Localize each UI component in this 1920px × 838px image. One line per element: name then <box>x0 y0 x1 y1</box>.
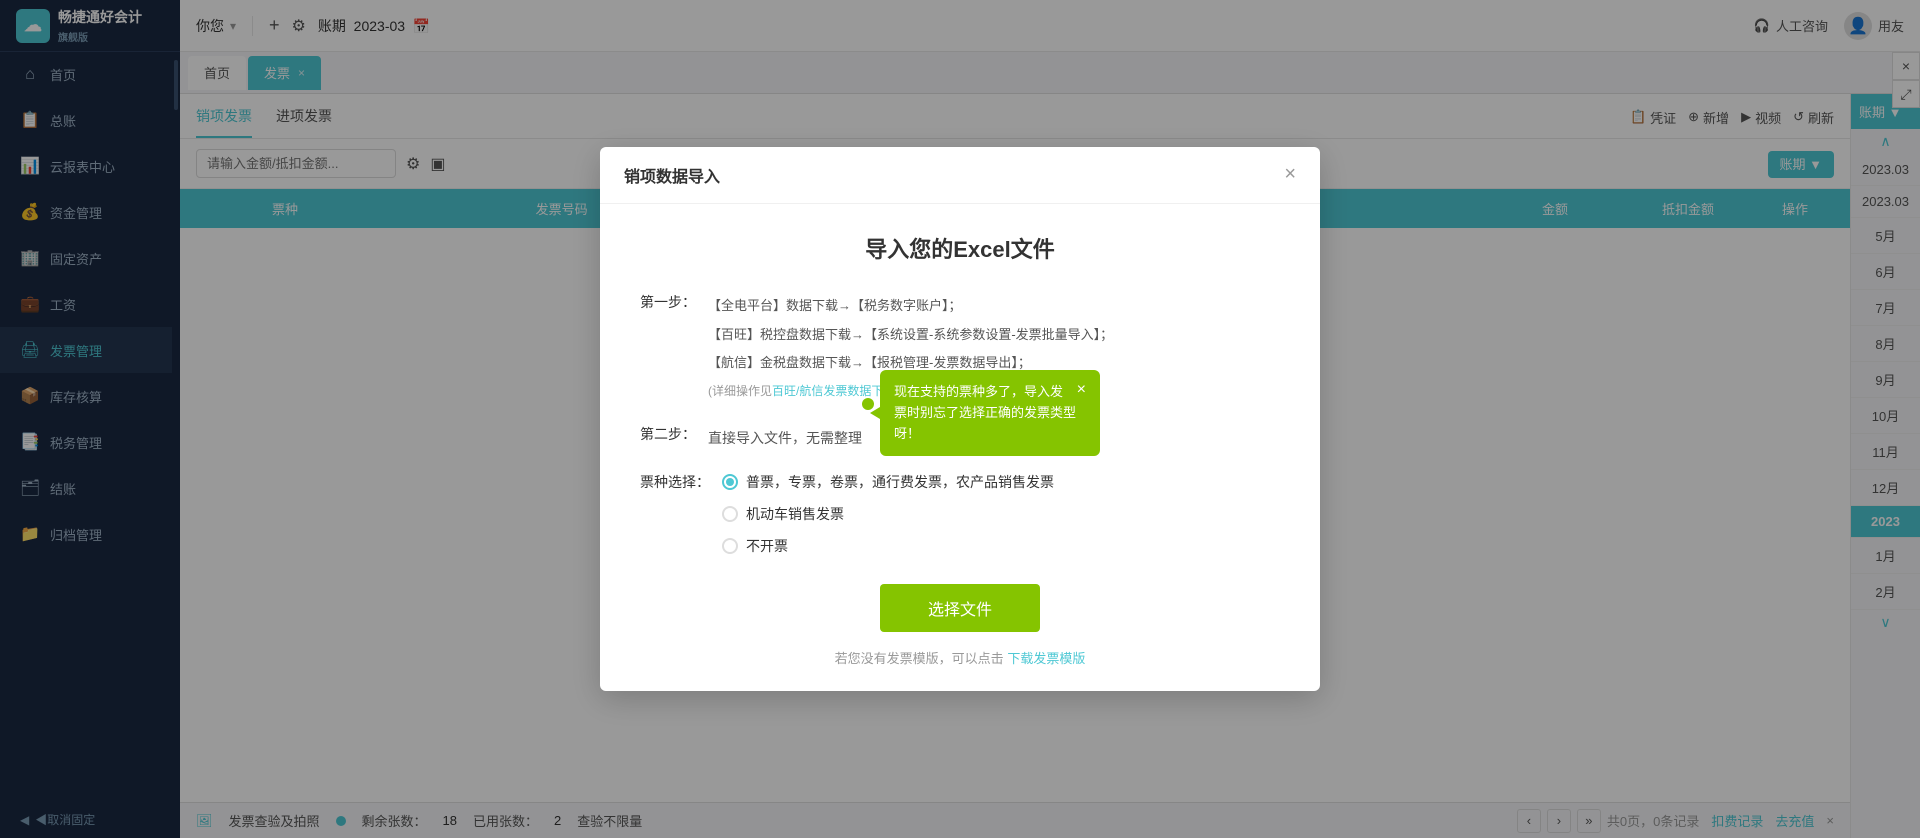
ticket-label: 票种选择： <box>640 472 710 492</box>
radio-vehicle-circle <box>722 506 738 522</box>
select-file-btn[interactable]: 选择文件 <box>880 584 1040 632</box>
download-template-link[interactable]: 下载发票模版 <box>1007 651 1085 666</box>
tooltip-popup: × 现在支持的票种多了，导入发票时别忘了选择正确的发票类型呀！ <box>880 370 1100 456</box>
step2-label: 第二步： <box>640 424 696 444</box>
modal-header: 销项数据导入 × <box>600 147 1320 204</box>
modal-overlay[interactable]: 销项数据导入 × 导入您的Excel文件 第一步： 【全电平台】数据下载→【税务… <box>0 0 1920 838</box>
radio-normal-label: 普票，专票，卷票，通行费发票，农产品销售发票 <box>746 472 1054 492</box>
modal-title: 销项数据导入 <box>624 163 720 187</box>
radio-no-ticket-label: 不开票 <box>746 536 788 556</box>
radio-group: 普票，专票，卷票，通行费发票，农产品销售发票 机动车销售发票 不开票 <box>722 472 1054 556</box>
step2-content: 直接导入文件，无需整理 <box>708 424 862 452</box>
ticket-select-block: 票种选择： 普票，专票，卷票，通行费发票，农产品销售发票 机动车销售发票 <box>640 472 1280 556</box>
radio-normal[interactable]: 普票，专票，卷票，通行费发票，农产品销售发票 <box>722 472 1054 492</box>
tooltip-text: 现在支持的票种多了，导入发票时别忘了选择正确的发票类型呀！ <box>894 384 1076 441</box>
step1-line2: 【百旺】税控盘数据下载→【系统设置-系统参数设置-发票批量导入】； <box>708 321 1113 350</box>
tooltip-dot <box>862 398 874 410</box>
tooltip-close-btn[interactable]: × <box>1077 382 1086 398</box>
radio-vehicle-label: 机动车销售发票 <box>746 504 844 524</box>
radio-no-ticket-circle <box>722 538 738 554</box>
ticket-inline: 票种选择： 普票，专票，卷票，通行费发票，农产品销售发票 机动车销售发票 <box>640 472 1280 556</box>
step1-label: 第一步： <box>640 292 696 312</box>
radio-no-ticket[interactable]: 不开票 <box>722 536 1054 556</box>
step1-line1: 【全电平台】数据下载→【税务数字账户】； <box>708 292 1113 321</box>
select-file-area: 选择文件 <box>640 584 1280 632</box>
radio-normal-circle <box>722 474 738 490</box>
modal-main-title: 导入您的Excel文件 <box>640 232 1280 264</box>
radio-vehicle[interactable]: 机动车销售发票 <box>722 504 1054 524</box>
modal-footer-note: 若您没有发票模版，可以点击 下载发票模版 <box>640 648 1280 667</box>
modal-close-btn[interactable]: × <box>1284 163 1296 186</box>
